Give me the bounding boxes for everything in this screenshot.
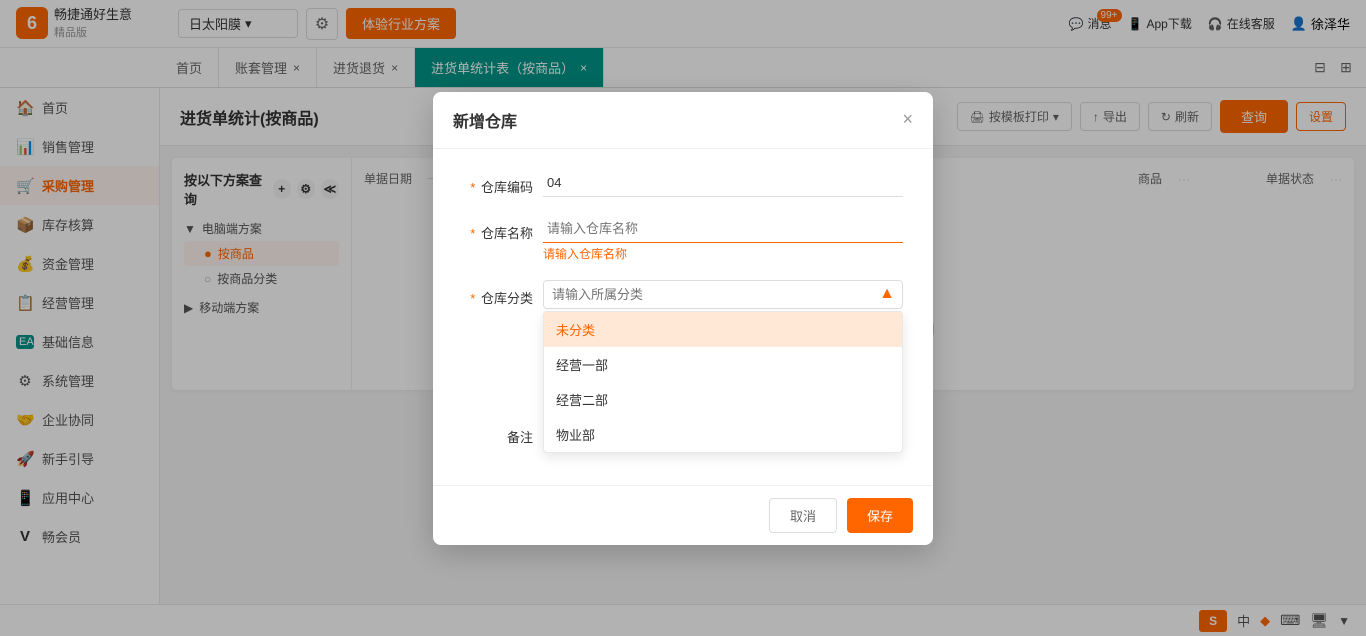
modal-body: * 仓库编码 * 仓库名称 请输入仓库名称 — [433, 149, 933, 485]
dropdown-option-property[interactable]: 物业部 — [544, 417, 902, 452]
category-dropdown-wrap: ▲ 未分类 经营一部 经营二部 物业部 — [543, 280, 903, 309]
code-label: * 仓库编码 — [463, 169, 543, 196]
save-button[interactable]: 保存 — [847, 498, 913, 533]
modal-overlay: 新增仓库 × * 仓库编码 * 仓库名称 — [0, 0, 1366, 636]
required-star-category: * — [470, 291, 475, 306]
code-input-wrap — [543, 169, 903, 197]
name-error-msg: 请输入仓库名称 — [543, 245, 903, 262]
form-row-category: * 仓库分类 ▲ 未分类 经营一部 经营二部 物业部 — [463, 280, 903, 309]
category-dropdown-list: 未分类 经营一部 经营二部 物业部 — [543, 311, 903, 453]
modal-footer: 取消 保存 — [433, 485, 933, 545]
name-input-wrap: 请输入仓库名称 — [543, 215, 903, 262]
dropdown-option-dept2[interactable]: 经营二部 — [544, 382, 902, 417]
required-star-code: * — [470, 180, 475, 195]
dropdown-option-dept1[interactable]: 经营一部 — [544, 347, 902, 382]
form-row-name: * 仓库名称 请输入仓库名称 — [463, 215, 903, 262]
dropdown-arrow-icon[interactable]: ▲ — [879, 285, 895, 303]
dropdown-option-none[interactable]: 未分类 — [544, 312, 902, 347]
modal-header: 新增仓库 × — [433, 92, 933, 149]
required-star-name: * — [470, 226, 475, 241]
new-warehouse-modal: 新增仓库 × * 仓库编码 * 仓库名称 — [433, 92, 933, 545]
name-input[interactable] — [543, 215, 903, 243]
notes-label: 备注 — [463, 419, 543, 446]
modal-title: 新增仓库 — [453, 108, 517, 132]
category-input[interactable] — [543, 280, 903, 309]
form-row-code: * 仓库编码 — [463, 169, 903, 197]
cancel-button[interactable]: 取消 — [769, 498, 837, 533]
name-label: * 仓库名称 — [463, 215, 543, 242]
code-input[interactable] — [543, 169, 903, 197]
category-label: * 仓库分类 — [463, 280, 543, 307]
modal-close-button[interactable]: × — [902, 109, 913, 130]
